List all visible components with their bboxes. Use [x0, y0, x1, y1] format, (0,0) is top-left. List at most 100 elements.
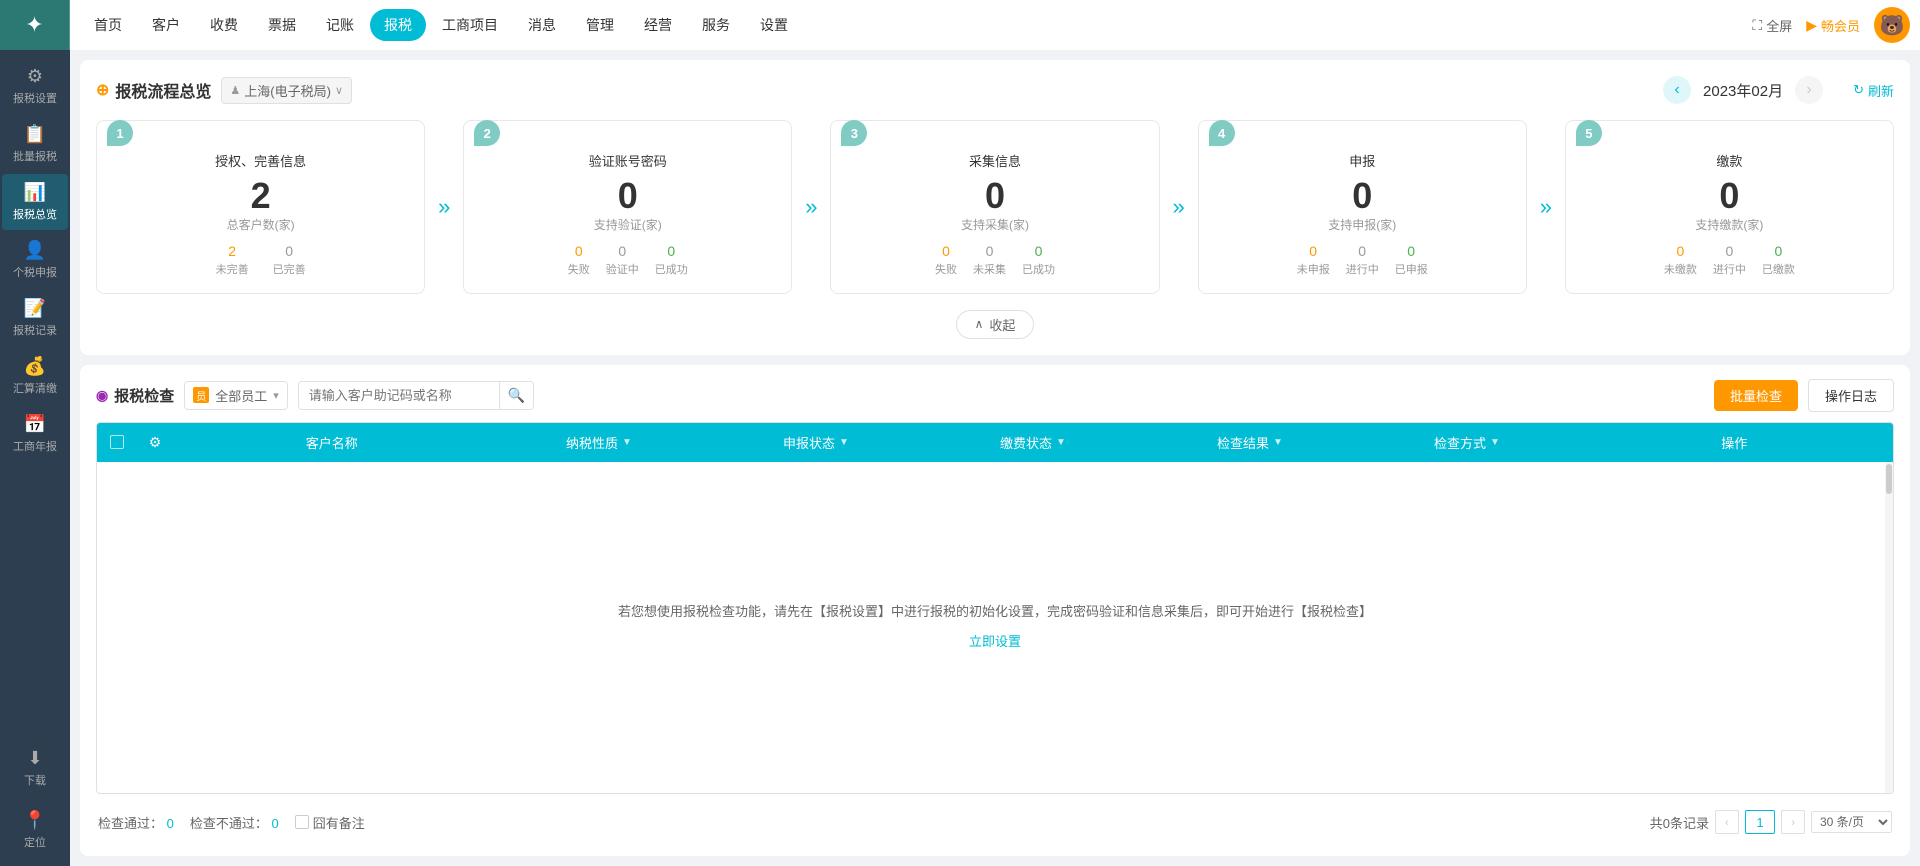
nav-items: 首页 客户 收费 票据 记账 报税 工商项目 消息 管理 经营 服务 设置: [80, 9, 1752, 41]
step-3-subtitle: 支持采集(家): [843, 216, 1146, 233]
next-month-button[interactable]: ›: [1795, 76, 1823, 104]
collapse-icon: ∧: [975, 317, 984, 331]
step-2-stat-0: 0 失败: [568, 243, 590, 277]
remark-filter[interactable]: 囧有备注: [295, 813, 365, 832]
fail-link[interactable]: 0: [272, 816, 279, 831]
table-col-check-result[interactable]: 检查结果 ▼: [1142, 423, 1359, 462]
step-4-stat-0: 0 未申报: [1297, 243, 1330, 277]
tax-check-icon: ◉: [96, 387, 108, 404]
flow-step-1: 1 授权、完善信息 2 总客户数(家) 2 未完善 0 已完善: [96, 120, 425, 294]
nav-item-client[interactable]: 客户: [138, 9, 194, 41]
table-col-name: 客户名称: [173, 423, 491, 462]
nav-item-operation[interactable]: 经营: [630, 9, 686, 41]
download-icon: ⬇: [27, 748, 42, 769]
user-avatar[interactable]: 🐻: [1874, 7, 1910, 43]
pass-link[interactable]: 0: [167, 816, 174, 831]
step-4-stat-1: 0 进行中: [1346, 243, 1379, 277]
table-col-check-method[interactable]: 检查方式 ▼: [1359, 423, 1576, 462]
step-2-stat-1: 0 验证中: [606, 243, 639, 277]
sidebar-item-tax-settings[interactable]: ⚙ 报税设置: [2, 58, 68, 114]
op-log-button[interactable]: 操作日志: [1808, 379, 1894, 412]
flow-step-2: 2 验证账号密码 0 支持验证(家) 0 失败 0 验证中: [463, 120, 792, 294]
table-col-ops: 操作: [1576, 423, 1894, 462]
sidebar-item-location[interactable]: 📍 定位: [2, 802, 68, 858]
flow-overview-card: ⊕ 报税流程总览 ♟ 上海(电子税局) ∨ ‹ 2023年02月 › ↻ 刷新: [80, 60, 1910, 355]
table-footer: 检查通过： 0 检查不通过： 0 囧有备注 共0条记录 ‹ 1 ›: [96, 802, 1894, 842]
month-display: 2023年02月: [1703, 80, 1783, 101]
personal-tax-icon: 👤: [24, 240, 46, 261]
sidebar-item-batch-tax[interactable]: 📋 批量报税: [2, 116, 68, 172]
step-3-count: 0: [843, 176, 1146, 216]
nav-item-home[interactable]: 首页: [80, 9, 136, 41]
vip-button[interactable]: ▶ 畅会员: [1806, 16, 1860, 35]
setup-link[interactable]: 立即设置: [969, 629, 1021, 655]
nav-item-settings[interactable]: 设置: [746, 9, 802, 41]
step-5-number: 5: [1576, 120, 1602, 146]
employee-filter-icon: 员: [193, 387, 209, 403]
page-size-select[interactable]: 30 条/页 50 条/页 100 条/页: [1811, 811, 1892, 833]
step-4-count: 0: [1211, 176, 1514, 216]
step-5-title: 缴款: [1578, 151, 1881, 170]
sidebar-item-download[interactable]: ⬇ 下载: [2, 740, 68, 796]
batch-check-button[interactable]: 批量检查: [1714, 380, 1798, 411]
nav-item-accounting[interactable]: 记账: [312, 9, 368, 41]
tax-record-icon: 📝: [24, 298, 46, 319]
filter-icon-4: ▼: [1273, 437, 1283, 448]
step-3-title: 采集信息: [843, 151, 1146, 170]
search-button[interactable]: 🔍: [499, 382, 533, 409]
flow-step-4: 4 申报 0 支持申报(家) 0 未申报 0 进行中: [1198, 120, 1527, 294]
table-col-declare-status[interactable]: 申报状态 ▼: [708, 423, 925, 462]
step-2-title: 验证账号密码: [476, 151, 779, 170]
step-1-count: 2: [109, 176, 412, 216]
nav-item-message[interactable]: 消息: [514, 9, 570, 41]
nav-item-fee[interactable]: 收费: [196, 9, 252, 41]
table-empty-message: 若您想使用报税检查功能，请先在【报税设置】中进行报税的初始化设置，完成密码验证和…: [97, 462, 1893, 793]
employee-filter[interactable]: 员 全部员工 ▾: [184, 381, 288, 410]
sidebar-item-personal-tax[interactable]: 👤 个税申报: [2, 232, 68, 288]
table-header-checkbox[interactable]: [97, 423, 137, 462]
step-5-stat-2: 0 已缴款: [1762, 243, 1795, 277]
step-5-stat-0: 0 未缴款: [1664, 243, 1697, 277]
location-dropdown-icon: ∨: [335, 84, 343, 97]
nav-item-invoice[interactable]: 票据: [254, 9, 310, 41]
table-col-pay-status[interactable]: 缴费状态 ▼: [925, 423, 1142, 462]
flow-step-5: 5 缴款 0 支持缴款(家) 0 未缴款 0 进行中: [1565, 120, 1894, 294]
prev-page-button[interactable]: ‹: [1715, 810, 1739, 834]
refresh-button[interactable]: ↻ 刷新: [1853, 81, 1894, 100]
nav-item-service[interactable]: 服务: [688, 9, 744, 41]
remark-checkbox[interactable]: [295, 815, 309, 829]
annual-report-icon: 📅: [24, 414, 46, 435]
logo-icon: ✦: [25, 12, 43, 38]
search-box: 🔍: [298, 381, 534, 410]
arrow-3: »: [1160, 120, 1198, 294]
search-input[interactable]: [299, 383, 499, 408]
nav-item-manage[interactable]: 管理: [572, 9, 628, 41]
sidebar-item-clearance[interactable]: 💰 汇算清缴: [2, 348, 68, 404]
tax-check-card: ◉ 报税检查 员 全部员工 ▾ 🔍 批量检查 操作日志: [80, 365, 1910, 856]
flow-overview-icon: ⊕: [96, 80, 109, 100]
step-2-count: 0: [476, 176, 779, 216]
nav-item-biz[interactable]: 工商项目: [428, 9, 512, 41]
collapse-button[interactable]: ∧ 收起: [956, 310, 1035, 339]
nav-item-tax[interactable]: 报税: [370, 9, 426, 41]
step-3-stat-2: 0 已成功: [1022, 243, 1055, 277]
step-1-stat-1: 0 已完善: [273, 243, 306, 277]
sidebar-item-tax-record[interactable]: 📝 报税记录: [2, 290, 68, 346]
employee-dropdown-icon: ▾: [273, 389, 279, 402]
table-header-gear[interactable]: ⚙: [137, 423, 173, 462]
sidebar: ⚙ 报税设置 📋 批量报税 📊 报税总览 👤 个税申报 📝 报税记录 💰 汇算清…: [0, 50, 70, 866]
fullscreen-button[interactable]: ⛶ 全屏: [1752, 16, 1792, 35]
table-col-tax-type[interactable]: 纳税性质 ▼: [491, 423, 708, 462]
sidebar-item-tax-overview[interactable]: 📊 报税总览: [2, 174, 68, 230]
filter-icon-2: ▼: [839, 437, 849, 448]
next-page-button[interactable]: ›: [1781, 810, 1805, 834]
sidebar-item-annual-report[interactable]: 📅 工商年报: [2, 406, 68, 462]
filter-icon-5: ▼: [1490, 437, 1500, 448]
prev-month-button[interactable]: ‹: [1663, 76, 1691, 104]
step-4-subtitle: 支持申报(家): [1211, 216, 1514, 233]
table-header: ⚙ 客户名称 纳税性质 ▼ 申报状态 ▼ 缴费状态 ▼: [97, 423, 1893, 462]
logo: ✦: [0, 0, 70, 50]
step-2-subtitle: 支持验证(家): [476, 216, 779, 233]
current-page: 1: [1745, 810, 1775, 834]
location-selector[interactable]: ♟ 上海(电子税局) ∨: [221, 77, 352, 104]
